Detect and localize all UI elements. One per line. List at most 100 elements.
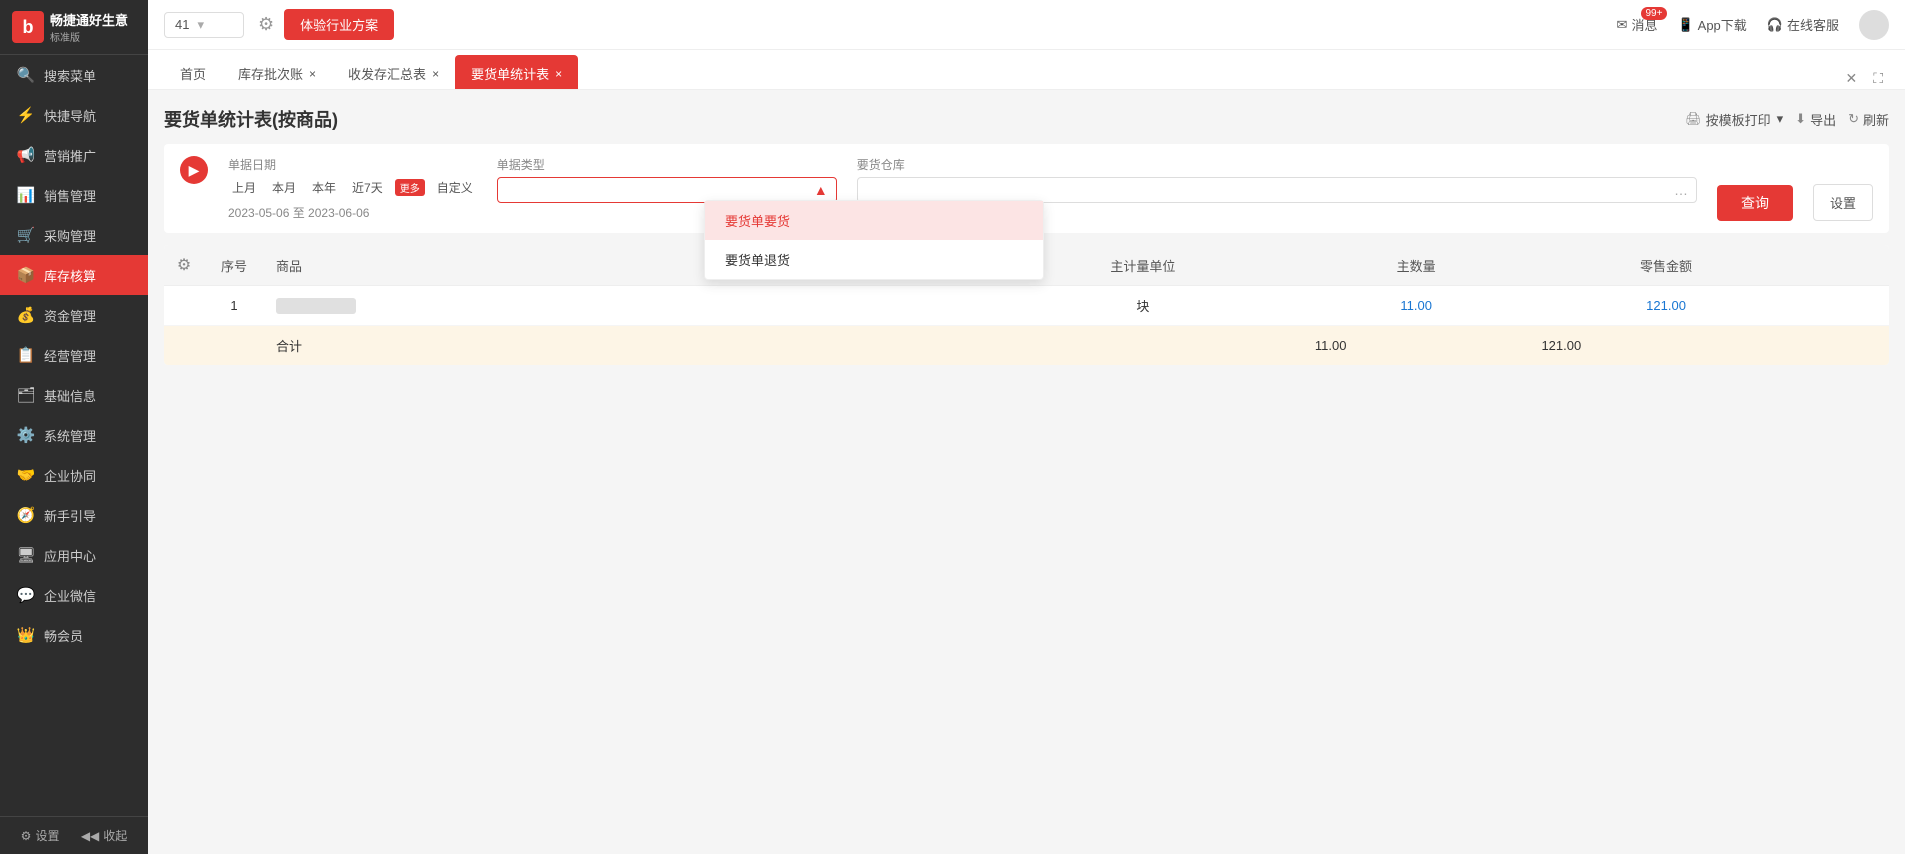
app-download-btn[interactable]: 📱 App下载 [1677,15,1746,34]
tabs-actions: ✕ ⛶ [1839,68,1889,89]
tab-receipt-summary[interactable]: 收发存汇总表 × [332,55,455,89]
sidebar-item-operations[interactable]: 📋 经营管理 [0,335,148,375]
footer-empty-1 [164,326,204,366]
sidebar-item-marketing[interactable]: 📢 营销推广 [0,135,148,175]
type-filter-label: 单据类型 [497,156,837,173]
type-dropdown-popup: 要货单要货 要货单退货 [704,200,1044,280]
app-center-icon: 🖥 [16,545,36,565]
print-icon: 🖨 [1685,111,1702,127]
type-filter-group: 单据类型 ▲ [497,156,837,203]
collapse-footer-icon: ◀◀ [81,829,99,843]
date-btn-last-7[interactable]: 近7天 [348,177,387,198]
main-content: 41 ▾ ⚙ 体验行业方案 ✉ 消息 99+ 📱 App下载 🎧 在线客服 [148,0,1905,854]
sidebar-footer: ⚙ 设置 ◀◀ 收起 [0,816,148,854]
sales-icon: 📊 [16,185,36,205]
sidebar-item-inventory[interactable]: 📦 库存核算 [0,255,148,295]
tab-close-inventory-batch[interactable]: × [309,67,316,81]
sidebar-settings-btn[interactable]: ⚙ 设置 [21,827,60,844]
online-service-btn[interactable]: 🎧 在线客服 [1767,15,1839,34]
footer-total-quantity: 11.00 [1303,326,1530,366]
tab-close-receipt-summary[interactable]: × [432,67,439,81]
topbar-dropdown[interactable]: 41 ▾ [164,12,244,38]
filter-toggle-btn[interactable]: ▶ [180,156,208,184]
date-btn-custom[interactable]: 自定义 [433,177,477,198]
finance-icon: 💰 [16,305,36,325]
print-chevron-icon: ▾ [1777,111,1784,127]
date-range-display: 2023-05-06 至 2023-06-06 [228,204,477,221]
dropdown-item-requisition-return[interactable]: 要货单退货 [705,240,1043,279]
type-chevron-up-icon[interactable]: ▲ [814,182,828,198]
sidebar-item-finance[interactable]: 💰 资金管理 [0,295,148,335]
date-more-badge[interactable]: 更多 [395,179,425,196]
filter-settings-btn[interactable]: 设置 [1813,184,1873,221]
tab-home[interactable]: 首页 [164,55,222,89]
date-btn-this-year[interactable]: 本年 [308,177,340,198]
tab-expand-btn[interactable]: ⛶ [1867,68,1889,89]
filter-bar: ▶ 单据日期 上月 本月 本年 近7天 更多 自定义 2023-05-06 至 … [164,144,1889,233]
sidebar: b 畅捷通好生意 标准版 🔍 搜索菜单 ⚡ 快捷导航 📢 营销推广 📊 销售管理… [0,0,148,854]
sidebar-item-guide[interactable]: 🧭 新手引导 [0,495,148,535]
user-avatar[interactable] [1859,10,1889,40]
export-icon: ⬇ [1795,111,1806,127]
warehouse-input[interactable] [866,183,1674,198]
topbar-right: ✉ 消息 99+ 📱 App下载 🎧 在线客服 [1617,10,1889,40]
sidebar-item-wechat[interactable]: 💬 企业微信 [0,575,148,615]
date-btn-this-month[interactable]: 本月 [268,177,300,198]
date-filter-group: 单据日期 上月 本月 本年 近7天 更多 自定义 2023-05-06 至 20… [228,156,477,221]
print-btn[interactable]: 🖨 按模板打印 ▾ [1685,110,1783,129]
wechat-icon: 💬 [16,585,36,605]
sidebar-item-enterprise[interactable]: 🤝 企业协同 [0,455,148,495]
table-row: 1 块 11.00 121.00 [164,286,1889,326]
footer-empty-2 [204,326,264,366]
query-btn[interactable]: 查询 [1717,185,1793,221]
type-input[interactable] [506,183,814,198]
page-actions: 🖨 按模板打印 ▾ ⬇ 导出 ↻ 刷新 [1685,110,1889,129]
message-badge: 99+ [1641,7,1668,20]
sidebar-nav: 🔍 搜索菜单 ⚡ 快捷导航 📢 营销推广 📊 销售管理 🛒 采购管理 📦 库存核… [0,55,148,816]
sidebar-item-sales[interactable]: 📊 销售管理 [0,175,148,215]
sidebar-item-system[interactable]: ⚙️ 系统管理 [0,415,148,455]
sidebar-item-basic-info[interactable]: 🗂 基础信息 [0,375,148,415]
tab-close-requisition-stats[interactable]: × [555,67,562,81]
footer-total-amount: 121.00 [1529,326,1802,366]
footer-total-label: 合计 [264,326,983,366]
tab-close-all-btn[interactable]: ✕ [1839,68,1863,89]
tab-requisition-stats[interactable]: 要货单统计表 × [455,55,578,89]
sidebar-collapse-btn[interactable]: ◀◀ 收起 [81,827,127,844]
tab-inventory-batch[interactable]: 库存批次账 × [222,55,332,89]
row-settings-cell [164,286,204,326]
col-spacer [1803,245,1889,286]
row-unit-cell: 块 [983,286,1303,326]
sidebar-item-member[interactable]: 👑 畅会员 [0,615,148,655]
date-btn-last-month[interactable]: 上月 [228,177,260,198]
logo-icon: b [12,11,44,43]
sidebar-item-quick-nav[interactable]: ⚡ 快捷导航 [0,95,148,135]
enterprise-icon: 🤝 [16,465,36,485]
export-btn[interactable]: ⬇ 导出 [1795,110,1836,129]
row-quantity-cell: 11.00 [1303,286,1530,326]
warehouse-more-icon[interactable]: … [1674,182,1688,198]
warehouse-filter-group: 要货仓库 … [857,156,1697,203]
row-amount-cell: 121.00 [1529,286,1802,326]
col-amount: 零售金额 [1529,245,1802,286]
sidebar-item-app-center[interactable]: 🖥 应用中心 [0,535,148,575]
logo-sub: 标准版 [50,29,128,44]
table-settings-icon[interactable]: ⚙ [177,257,191,274]
messages-btn[interactable]: ✉ 消息 99+ [1617,15,1658,34]
refresh-btn[interactable]: ↻ 刷新 [1848,110,1889,129]
sidebar-item-search[interactable]: 🔍 搜索菜单 [0,55,148,95]
date-filter-label: 单据日期 [228,156,477,173]
footer-empty-3 [983,326,1303,366]
page-title: 要货单统计表(按商品) [164,106,338,132]
topbar-gear-icon[interactable]: ⚙ [258,14,274,35]
dropdown-item-requisition-order[interactable]: 要货单要货 [705,201,1043,240]
sidebar-item-purchase[interactable]: 🛒 采购管理 [0,215,148,255]
logo-name: 畅捷通好生意 [50,10,128,29]
sidebar-logo: b 畅捷通好生意 标准版 [0,0,148,55]
tabs-bar: 首页 库存批次账 × 收发存汇总表 × 要货单统计表 × ✕ ⛶ [148,50,1905,90]
settings-footer-icon: ⚙ [21,829,32,843]
table-footer-row: 合计 11.00 121.00 [164,326,1889,366]
topbar: 41 ▾ ⚙ 体验行业方案 ✉ 消息 99+ 📱 App下载 🎧 在线客服 [148,0,1905,50]
col-quantity: 主数量 [1303,245,1530,286]
trial-btn[interactable]: 体验行业方案 [284,9,394,40]
